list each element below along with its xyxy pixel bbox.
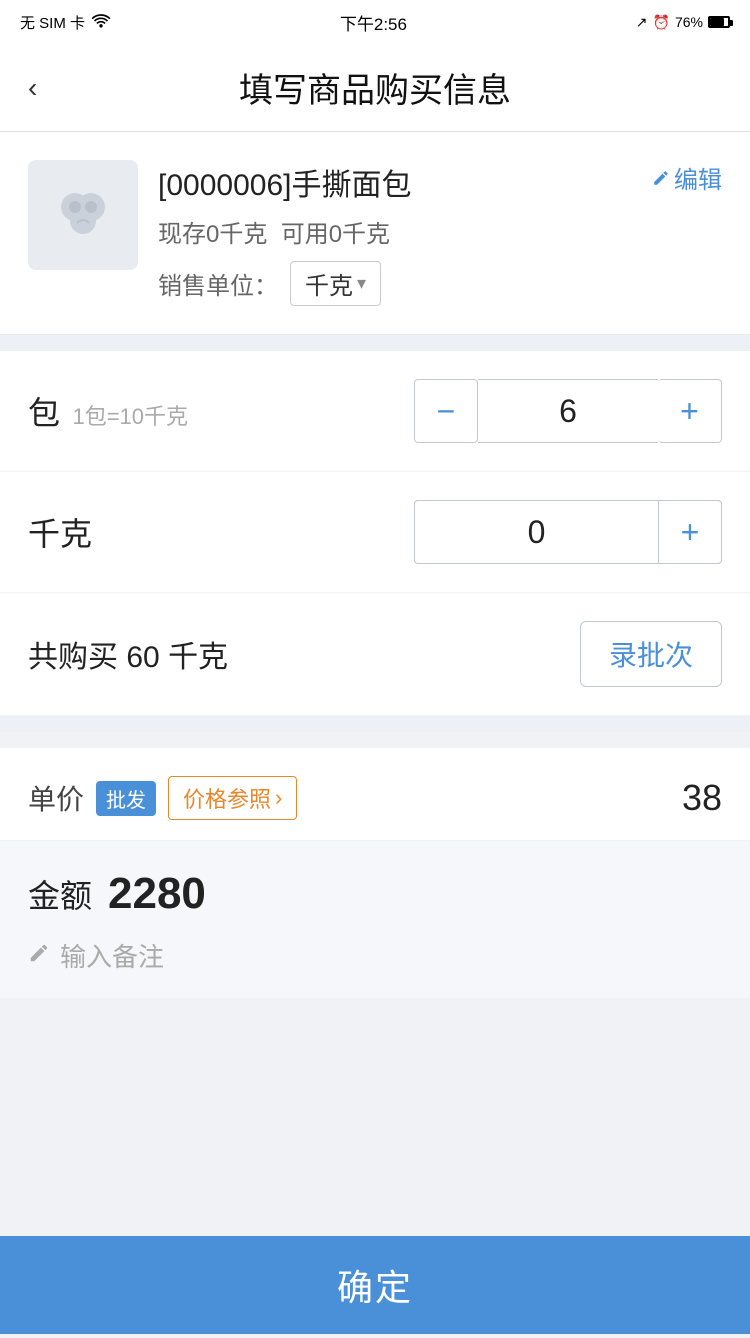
kg-label: 千克: [28, 516, 92, 552]
total-text: 共购买 60 千克: [28, 632, 228, 676]
status-left: 无 SIM 卡: [20, 12, 111, 33]
confirm-text: 确定: [337, 1259, 413, 1311]
amount-section: 金额 2280 输入备注: [0, 841, 750, 998]
edit-link[interactable]: 编辑: [652, 160, 722, 195]
bao-label: 包: [28, 395, 60, 431]
input-section: 包 1包=10千克 − + 千克 +: [0, 351, 750, 593]
nav-bar: ‹ 填写商品购买信息: [0, 44, 750, 132]
kg-input[interactable]: [414, 500, 658, 564]
page-title: 填写商品购买信息: [239, 63, 511, 112]
bao-sublabel: 1包=10千克: [72, 404, 188, 429]
product-info: [0000006]手撕面包 编辑 现存0千克 可用0千克 销售单位： 千克 ▾: [158, 160, 722, 306]
section-separator-1: [0, 335, 750, 351]
bao-input[interactable]: [478, 379, 658, 443]
status-right: ↗ ⏰ 76%: [636, 14, 730, 31]
price-label: 单价: [28, 778, 84, 818]
product-thumbnail: [28, 160, 138, 270]
product-stock: 现存0千克 可用0千克: [158, 214, 722, 249]
amount-value: 2280: [108, 869, 206, 919]
chevron-down-icon: ▾: [357, 273, 366, 294]
alarm-icon: ⏰: [653, 14, 670, 31]
section-separator-2: [0, 716, 750, 732]
wifi-icon: [91, 12, 111, 32]
remark-text: 输入备注: [60, 937, 164, 974]
price-batch-tag: 批发: [96, 781, 156, 816]
battery-icon: [708, 16, 730, 28]
bao-minus-button[interactable]: −: [414, 379, 478, 443]
unit-label: 销售单位：: [158, 266, 278, 301]
unit-dropdown[interactable]: 千克 ▾: [290, 261, 381, 306]
price-ref-button[interactable]: 价格参照 ›: [168, 776, 297, 820]
bao-stepper: − +: [414, 379, 722, 443]
carrier-label: 无 SIM 卡: [20, 12, 85, 33]
remark-row[interactable]: 输入备注: [28, 937, 722, 998]
product-card: [0000006]手撕面包 编辑 现存0千克 可用0千克 销售单位： 千克 ▾: [0, 132, 750, 335]
bao-plus-button[interactable]: +: [658, 379, 722, 443]
back-button[interactable]: ‹: [28, 72, 37, 104]
kg-input-row: 千克 +: [0, 472, 750, 593]
total-row: 共购买 60 千克 录批次: [0, 593, 750, 716]
batch-button[interactable]: 录批次: [580, 621, 722, 687]
chevron-right-icon: ›: [275, 785, 282, 811]
status-time: 下午2:56: [340, 10, 407, 35]
bao-input-row: 包 1包=10千克 − +: [0, 351, 750, 472]
battery-label: 76%: [675, 14, 703, 30]
pencil-icon: [28, 942, 50, 970]
kg-stepper: +: [414, 500, 722, 564]
price-value: 38: [682, 777, 722, 819]
product-name: [0000006]手撕面包: [158, 160, 411, 204]
price-section: 单价 批发 价格参照 › 38: [0, 748, 750, 841]
status-bar: 无 SIM 卡 下午2:56 ↗ ⏰ 76%: [0, 0, 750, 44]
confirm-bar[interactable]: 确定: [0, 1236, 750, 1334]
amount-label: 金额: [28, 871, 92, 917]
location-icon: ↗: [636, 14, 648, 31]
kg-plus-button[interactable]: +: [658, 500, 722, 564]
